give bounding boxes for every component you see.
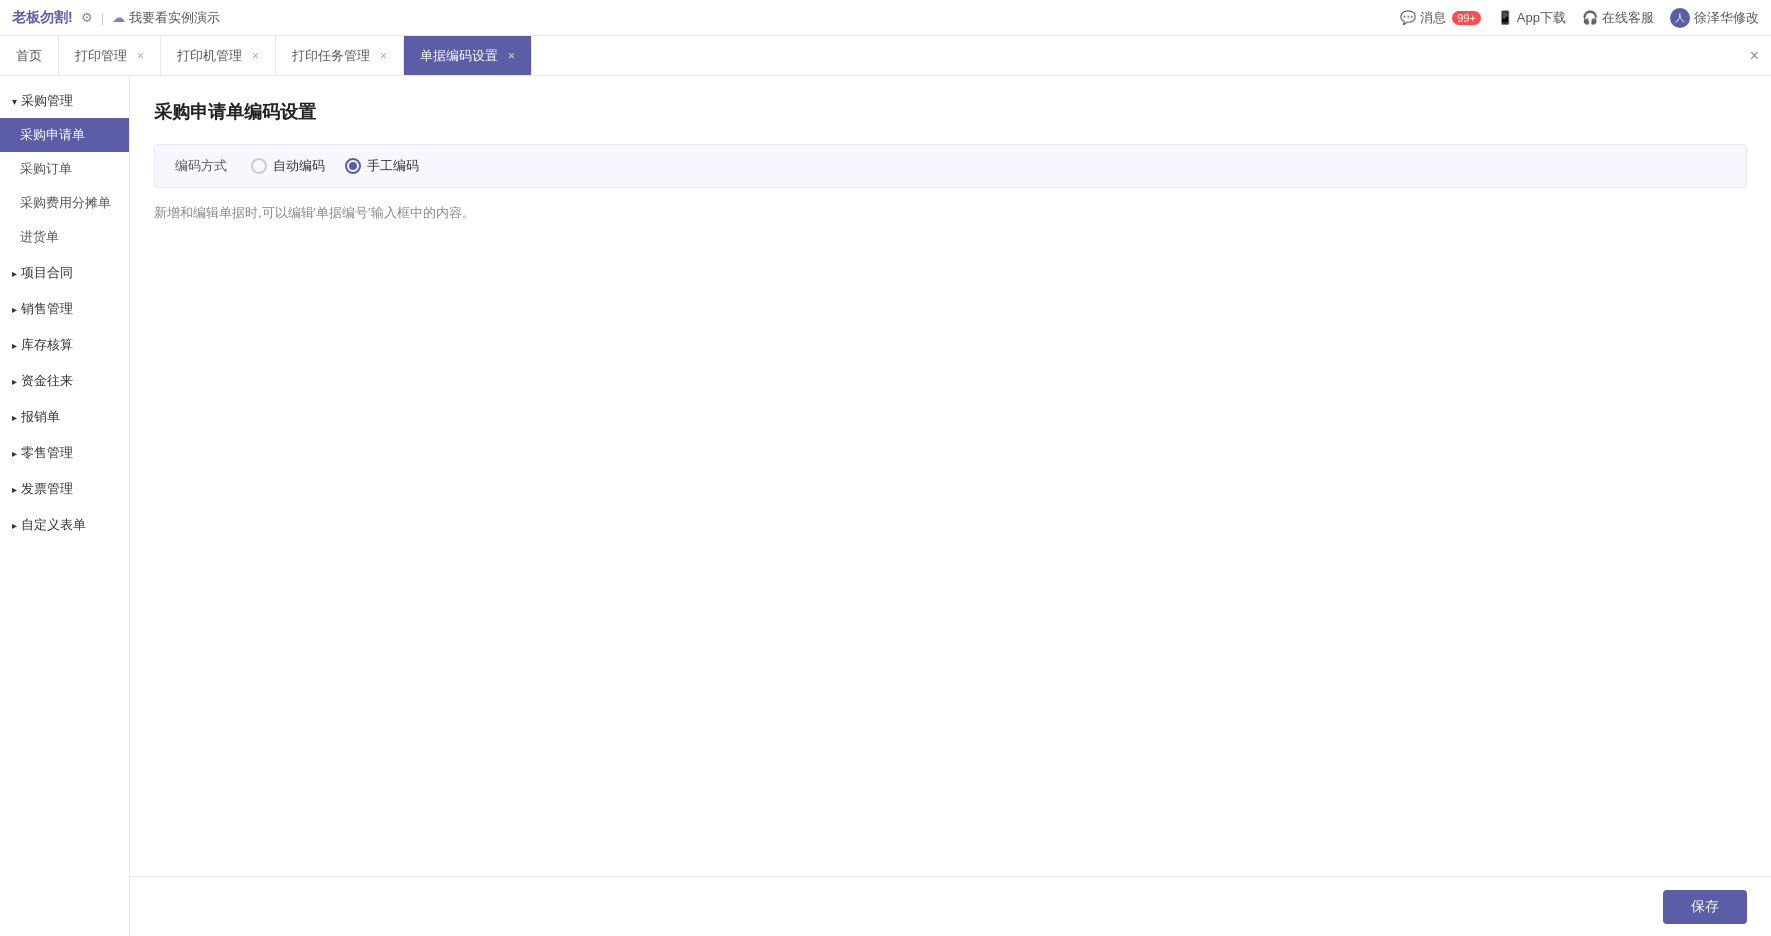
tab-barcode-setting-label: 单据编码设置 [420, 47, 498, 65]
sidebar-item-inbound[interactable]: 进货单 [0, 220, 129, 254]
sidebar-group-capital-title[interactable]: ▸ 资金往来 [0, 364, 129, 398]
sidebar: ▾ 采购管理 采购申请单 采购订单 采购费用分摊单 进货单 ▸ 项目合同 [0, 76, 130, 936]
tab-home-label: 首页 [16, 47, 42, 65]
sidebar-item-purchase-expense[interactable]: 采购费用分摊单 [0, 186, 129, 220]
radio-auto-encoding[interactable]: 自动编码 [251, 157, 325, 175]
tab-print-task[interactable]: 打印任务管理 × [276, 36, 404, 75]
tab-barcode-setting-close[interactable]: × [508, 49, 515, 63]
tab-bar: 首页 打印管理 × 打印机管理 × 打印任务管理 × 单据编码设置 × × [0, 36, 1771, 76]
encoding-section: 编码方式 自动编码 手工编码 [154, 144, 1747, 188]
sidebar-group-purchase-title[interactable]: ▾ 采购管理 [0, 84, 129, 118]
sidebar-group-retail: ▸ 零售管理 [0, 436, 129, 470]
demo-link[interactable]: ☁ 我要看实例演示 [112, 9, 220, 27]
sidebar-group-capital: ▸ 资金往来 [0, 364, 129, 398]
chevron-right-icon-8: ▸ [12, 520, 17, 531]
sidebar-group-project-contract: ▸ 项目合同 [0, 256, 129, 290]
sidebar-group-returns-title[interactable]: ▸ 报销单 [0, 400, 129, 434]
chevron-right-icon-3: ▸ [12, 340, 17, 351]
sidebar-group-invoice-title[interactable]: ▸ 发票管理 [0, 472, 129, 506]
chevron-right-icon-2: ▸ [12, 304, 17, 315]
tab-print-task-label: 打印任务管理 [292, 47, 370, 65]
online-service-button[interactable]: 🎧 在线客服 [1582, 9, 1654, 27]
tab-barcode-setting[interactable]: 单据编码设置 × [404, 36, 532, 75]
sidebar-group-custom-form-title[interactable]: ▸ 自定义表单 [0, 508, 129, 542]
top-bar: 老板勿割! ⚙ | ☁ 我要看实例演示 💬 消息 99+ 📱 App下载 🎧 在… [0, 0, 1771, 36]
top-bar-left: 老板勿割! ⚙ | ☁ 我要看实例演示 [12, 9, 220, 27]
radio-manual-encoding[interactable]: 手工编码 [345, 157, 419, 175]
radio-auto-circle [251, 158, 267, 174]
page-title: 采购申请单编码设置 [154, 100, 1747, 124]
chevron-right-icon: ▸ [12, 268, 17, 279]
app-download-button[interactable]: 📱 App下载 [1497, 9, 1566, 27]
headset-icon: 🎧 [1582, 10, 1598, 25]
message-button[interactable]: 💬 消息 99+ [1400, 9, 1481, 27]
top-bar-right: 💬 消息 99+ 📱 App下载 🎧 在线客服 人 徐泽华修改 [1400, 8, 1759, 28]
settings-icon[interactable]: ⚙ [81, 10, 93, 25]
footer-bar: 保存 [130, 876, 1771, 936]
save-button[interactable]: 保存 [1663, 890, 1747, 924]
tab-print-task-close[interactable]: × [380, 49, 387, 63]
sidebar-group-purchase: ▾ 采购管理 采购申请单 采购订单 采购费用分摊单 进货单 [0, 84, 129, 254]
tab-print-management[interactable]: 打印管理 × [59, 36, 161, 75]
sidebar-group-custom-form: ▸ 自定义表单 [0, 508, 129, 542]
sidebar-group-sales: ▸ 销售管理 [0, 292, 129, 326]
content-inner: 采购申请单编码设置 编码方式 自动编码 手工编码 新增和编辑单据时,可以编辑'单… [130, 76, 1771, 876]
sidebar-group-returns: ▸ 报销单 [0, 400, 129, 434]
sidebar-group-inventory-title[interactable]: ▸ 库存核算 [0, 328, 129, 362]
chevron-right-icon-6: ▸ [12, 448, 17, 459]
sidebar-group-sales-title[interactable]: ▸ 销售管理 [0, 292, 129, 326]
tab-printer-management[interactable]: 打印机管理 × [161, 36, 276, 75]
tab-home[interactable]: 首页 [0, 36, 59, 75]
radio-group: 自动编码 手工编码 [251, 157, 419, 175]
tab-printer-management-close[interactable]: × [252, 49, 259, 63]
tab-printer-management-label: 打印机管理 [177, 47, 242, 65]
encoding-label: 编码方式 [175, 157, 227, 175]
radio-auto-label: 自动编码 [273, 157, 325, 175]
chevron-right-icon-5: ▸ [12, 412, 17, 423]
logo: 老板勿割! [12, 9, 73, 27]
sidebar-item-purchase-order[interactable]: 采购订单 [0, 152, 129, 186]
sidebar-item-purchase-request[interactable]: 采购申请单 [0, 118, 129, 152]
sidebar-group-invoice: ▸ 发票管理 [0, 472, 129, 506]
sidebar-group-retail-title[interactable]: ▸ 零售管理 [0, 436, 129, 470]
cloud-icon: ☁ [112, 10, 125, 25]
hint-text: 新增和编辑单据时,可以编辑'单据编号'输入框中的内容。 [154, 204, 1747, 222]
chevron-right-icon-7: ▸ [12, 484, 17, 495]
radio-manual-circle [345, 158, 361, 174]
chevron-down-icon: ▾ [12, 96, 17, 107]
message-badge: 99+ [1452, 11, 1481, 25]
user-menu[interactable]: 人 徐泽华修改 [1670, 8, 1759, 28]
radio-manual-label: 手工编码 [367, 157, 419, 175]
main-layout: ▾ 采购管理 采购申请单 采购订单 采购费用分摊单 进货单 ▸ 项目合同 [0, 76, 1771, 936]
tab-bar-global-close[interactable]: × [1738, 36, 1771, 75]
sidebar-group-project-contract-title[interactable]: ▸ 项目合同 [0, 256, 129, 290]
tab-print-management-close[interactable]: × [137, 49, 144, 63]
message-icon: 💬 [1400, 10, 1416, 25]
content-area: 采购申请单编码设置 编码方式 自动编码 手工编码 新增和编辑单据时,可以编辑'单… [130, 76, 1771, 936]
tab-print-management-label: 打印管理 [75, 47, 127, 65]
sidebar-group-inventory: ▸ 库存核算 [0, 328, 129, 362]
download-icon: 📱 [1497, 10, 1513, 25]
avatar-icon: 人 [1670, 8, 1690, 28]
chevron-right-icon-4: ▸ [12, 376, 17, 387]
